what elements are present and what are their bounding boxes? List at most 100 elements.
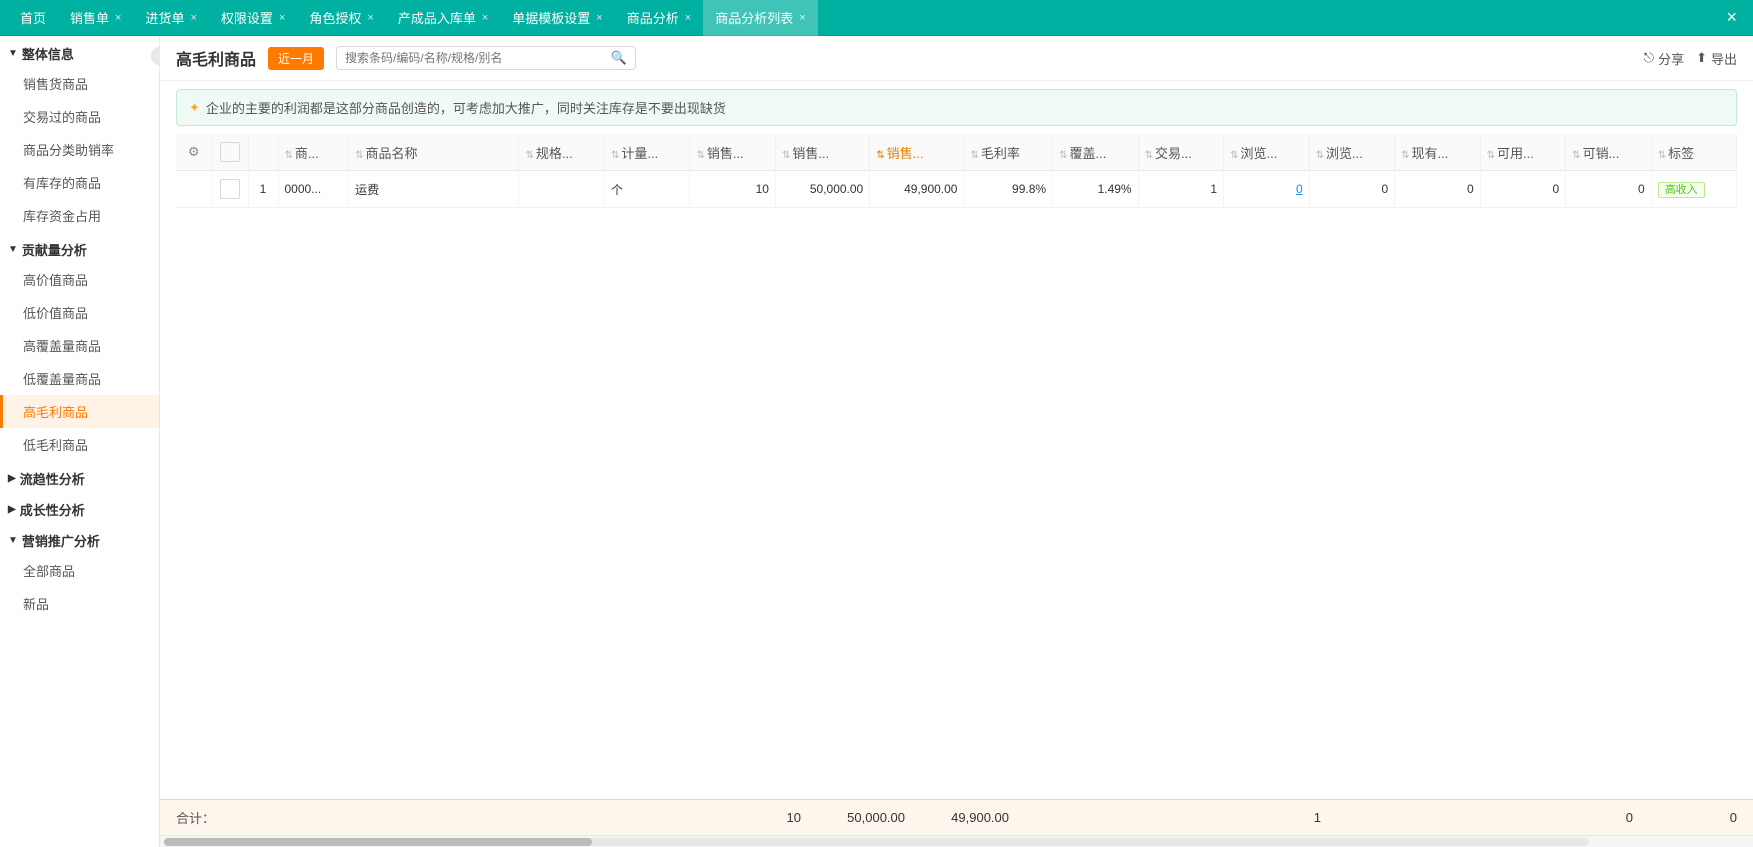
content-area: 高毛利商品 近一月 🔍 ⎋ 分享 ⬆ 导出 ✦ 企业的主要的利润都是这部分商品创… [160,36,1753,847]
nav-purchase[interactable]: 进货单 × [133,0,208,36]
horizontal-scrollbar[interactable] [160,835,1753,847]
footer-sales-count: 10 [721,810,801,825]
high-income-tag: 高收入 [1658,182,1705,198]
nav-permission-close[interactable]: × [279,12,285,24]
col-spec[interactable]: ⇅规格... [519,134,605,171]
nav-product-entry-close[interactable]: × [482,12,488,24]
col-sellable[interactable]: ⇅可销... [1566,134,1652,171]
nav-permission[interactable]: 权限设置 × [209,0,297,36]
scrollbar-thumb[interactable] [164,838,592,846]
row-transaction: 1 [1138,171,1224,208]
col-settings[interactable]: ⚙ [176,134,212,171]
footer-bar: 合计： 10 50,000.00 49,900.00 1 0 0 [160,799,1753,835]
table-container[interactable]: ⚙ ⇅商... ⇅商品名称 ⇅规格... ⇅计量... ⇅销售... ⇅销售..… [160,134,1753,799]
col-current-stock[interactable]: ⇅现有... [1395,134,1481,171]
col-coverage[interactable]: ⇅覆盖... [1053,134,1139,171]
row-browse1[interactable]: 0 [1224,171,1310,208]
share-button[interactable]: ⎋ 分享 [1644,49,1684,68]
nav-goods-analysis[interactable]: 商品分析 × [615,0,703,36]
sidebar-item-sales-goods[interactable]: 销售货商品 [0,67,159,100]
footer-current-stock: 0 [1553,810,1633,825]
sidebar-item-traded-goods[interactable]: 交易过的商品 [0,100,159,133]
sidebar-section-overall[interactable]: ▼ 整体信息 [0,36,159,67]
row-index: 1 [248,171,278,208]
table-row: 1 0000... 运费 个 10 50,000.00 49,900.00 99… [176,171,1737,208]
search-box: 🔍 [336,46,636,70]
col-name[interactable]: ⇅商品名称 [349,134,519,171]
nav-product-entry[interactable]: 产成品入库单 × [386,0,500,36]
col-browse1[interactable]: ⇅浏览... [1224,134,1310,171]
sidebar-section-flow[interactable]: ▶ 流趋性分析 [0,461,159,492]
nav-goods-analysis-list[interactable]: 商品分析列表 × [703,0,817,36]
row-tag: 高收入 [1651,171,1736,208]
window-close-button[interactable]: × [1718,7,1745,28]
sidebar-item-stock-capital[interactable]: 库存资金占用 [0,199,159,232]
sidebar-item-high-margin[interactable]: 高毛利商品 [0,395,159,428]
section-arrow-contribution: ▼ [8,244,18,255]
sidebar-item-low-margin[interactable]: 低毛利商品 [0,428,159,461]
nav-role[interactable]: 角色授权 × [297,0,385,36]
search-icon[interactable]: 🔍 [611,50,627,66]
col-sales-amount[interactable]: ⇅销售... [775,134,869,171]
sidebar-section-marketing[interactable]: ▼ 营销推广分析 [0,523,159,554]
table-header-row: ⚙ ⇅商... ⇅商品名称 ⇅规格... ⇅计量... ⇅销售... ⇅销售..… [176,134,1737,171]
col-checkbox[interactable] [212,134,248,171]
col-gross-margin[interactable]: ⇅毛利率 [964,134,1053,171]
row-checkbox[interactable] [212,171,248,208]
row-sales-count: 10 [690,171,776,208]
col-unit[interactable]: ⇅计量... [604,134,690,171]
col-sales-count[interactable]: ⇅销售... [690,134,776,171]
sidebar-item-high-coverage[interactable]: 高覆盖量商品 [0,329,159,362]
row-sales-amount: 50,000.00 [775,171,869,208]
col-available[interactable]: ⇅可用... [1480,134,1566,171]
col-sales-profit[interactable]: ⇅销售... [870,134,964,171]
search-input[interactable] [345,51,611,65]
top-navigation: 首页 销售单 × 进货单 × 权限设置 × 角色授权 × 产成品入库单 × 单据… [0,0,1753,36]
row-coverage: 1.49% [1053,171,1139,208]
col-transaction[interactable]: ⇅交易... [1138,134,1224,171]
sidebar-section-contribution[interactable]: ▼ 贡献量分析 [0,232,159,263]
sidebar-section-growth[interactable]: ▶ 成长性分析 [0,492,159,523]
sidebar-item-category-rate[interactable]: 商品分类助销率 [0,133,159,166]
main-layout: 《 ▼ 整体信息 销售货商品 交易过的商品 商品分类助销率 有库存的商品 库存资… [0,36,1753,847]
nav-goods-analysis-close[interactable]: × [685,12,691,24]
sidebar-item-new-goods[interactable]: 新品 [0,587,159,620]
nav-home[interactable]: 首页 [8,0,58,36]
section-arrow-flow: ▶ [8,473,16,484]
row-spec [519,171,605,208]
col-tag[interactable]: ⇅标签 [1651,134,1736,171]
sidebar-item-all-goods[interactable]: 全部商品 [0,554,159,587]
header-checkbox[interactable] [220,142,240,162]
sidebar-item-low-coverage[interactable]: 低覆盖量商品 [0,362,159,395]
row-sellable: 0 [1566,171,1652,208]
col-code[interactable]: ⇅商... [278,134,349,171]
total-label: 合计： [176,808,215,827]
sidebar: 《 ▼ 整体信息 销售货商品 交易过的商品 商品分类助销率 有库存的商品 库存资… [0,36,160,847]
export-icon: ⬆ [1696,50,1707,66]
sidebar-item-stocked-goods[interactable]: 有库存的商品 [0,166,159,199]
data-table: ⚙ ⇅商... ⇅商品名称 ⇅规格... ⇅计量... ⇅销售... ⇅销售..… [176,134,1737,208]
nav-purchase-close[interactable]: × [190,12,196,24]
footer-sales-profit: 49,900.00 [929,810,1009,825]
sidebar-item-high-value[interactable]: 高价值商品 [0,263,159,296]
nav-sales[interactable]: 销售单 × [58,0,133,36]
nav-goods-analysis-list-close[interactable]: × [799,12,805,24]
content-header: 高毛利商品 近一月 🔍 ⎋ 分享 ⬆ 导出 [160,36,1753,81]
col-index [248,134,278,171]
col-browse2[interactable]: ⇅浏览... [1309,134,1395,171]
nav-template-close[interactable]: × [596,12,602,24]
filter-month-button[interactable]: 近一月 [268,47,324,70]
sidebar-item-low-value[interactable]: 低价值商品 [0,296,159,329]
settings-icon[interactable]: ⚙ [188,144,200,159]
footer-sales-amount: 50,000.00 [825,810,905,825]
section-arrow-growth: ▶ [8,504,16,515]
scrollbar-track [164,838,1589,846]
nav-template[interactable]: 单据模板设置 × [500,0,614,36]
row-checkbox-input[interactable] [220,179,240,199]
row-name: 运费 [349,171,519,208]
footer-transaction: 1 [1241,810,1321,825]
nav-role-close[interactable]: × [367,12,373,24]
header-actions: ⎋ 分享 ⬆ 导出 [1644,49,1737,68]
nav-sales-close[interactable]: × [115,12,121,24]
export-button[interactable]: ⬆ 导出 [1696,49,1737,68]
